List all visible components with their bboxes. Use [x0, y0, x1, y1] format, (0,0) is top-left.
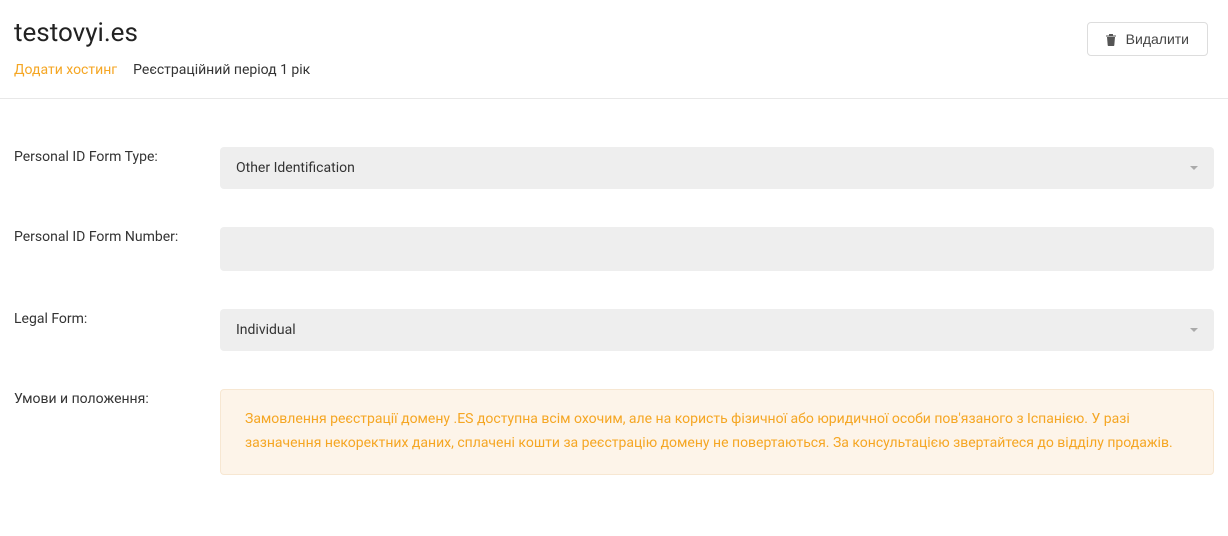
- delete-button[interactable]: Видалити: [1087, 22, 1208, 56]
- terms-notice: Замовлення реєстрації домену .ES доступн…: [220, 389, 1214, 475]
- label-personal-id-type: Personal ID Form Type:: [14, 147, 220, 189]
- select-legal-form-value: Individual: [236, 322, 296, 338]
- label-terms: Умови и положення:: [14, 389, 220, 475]
- row-personal-id-number: Personal ID Form Number:: [14, 227, 1214, 271]
- caret-down-icon: [1190, 328, 1198, 332]
- select-personal-id-type-value: Other Identification: [236, 160, 355, 176]
- select-legal-form[interactable]: Individual: [220, 309, 1214, 351]
- row-legal-form: Legal Form: Individual: [14, 309, 1214, 351]
- registration-period: Реєстраційний період 1 рік: [133, 62, 310, 78]
- header-sub-row: Додати хостинг Реєстраційний період 1 рі…: [14, 62, 1214, 78]
- domain-title: testovyi.es: [14, 18, 1214, 48]
- add-hosting-link[interactable]: Додати хостинг: [14, 62, 117, 78]
- form-area: Personal ID Form Type: Other Identificat…: [0, 99, 1228, 527]
- select-personal-id-type[interactable]: Other Identification: [220, 147, 1214, 189]
- input-personal-id-number[interactable]: [220, 227, 1214, 271]
- row-personal-id-type: Personal ID Form Type: Other Identificat…: [14, 147, 1214, 189]
- row-terms: Умови и положення: Замовлення реєстрації…: [14, 389, 1214, 475]
- page-header: testovyi.es Додати хостинг Реєстраційний…: [0, 0, 1228, 99]
- caret-down-icon: [1190, 166, 1198, 170]
- label-personal-id-number: Personal ID Form Number:: [14, 227, 220, 271]
- delete-button-label: Видалити: [1126, 31, 1189, 47]
- label-legal-form: Legal Form:: [14, 309, 220, 351]
- trash-icon: [1106, 33, 1116, 45]
